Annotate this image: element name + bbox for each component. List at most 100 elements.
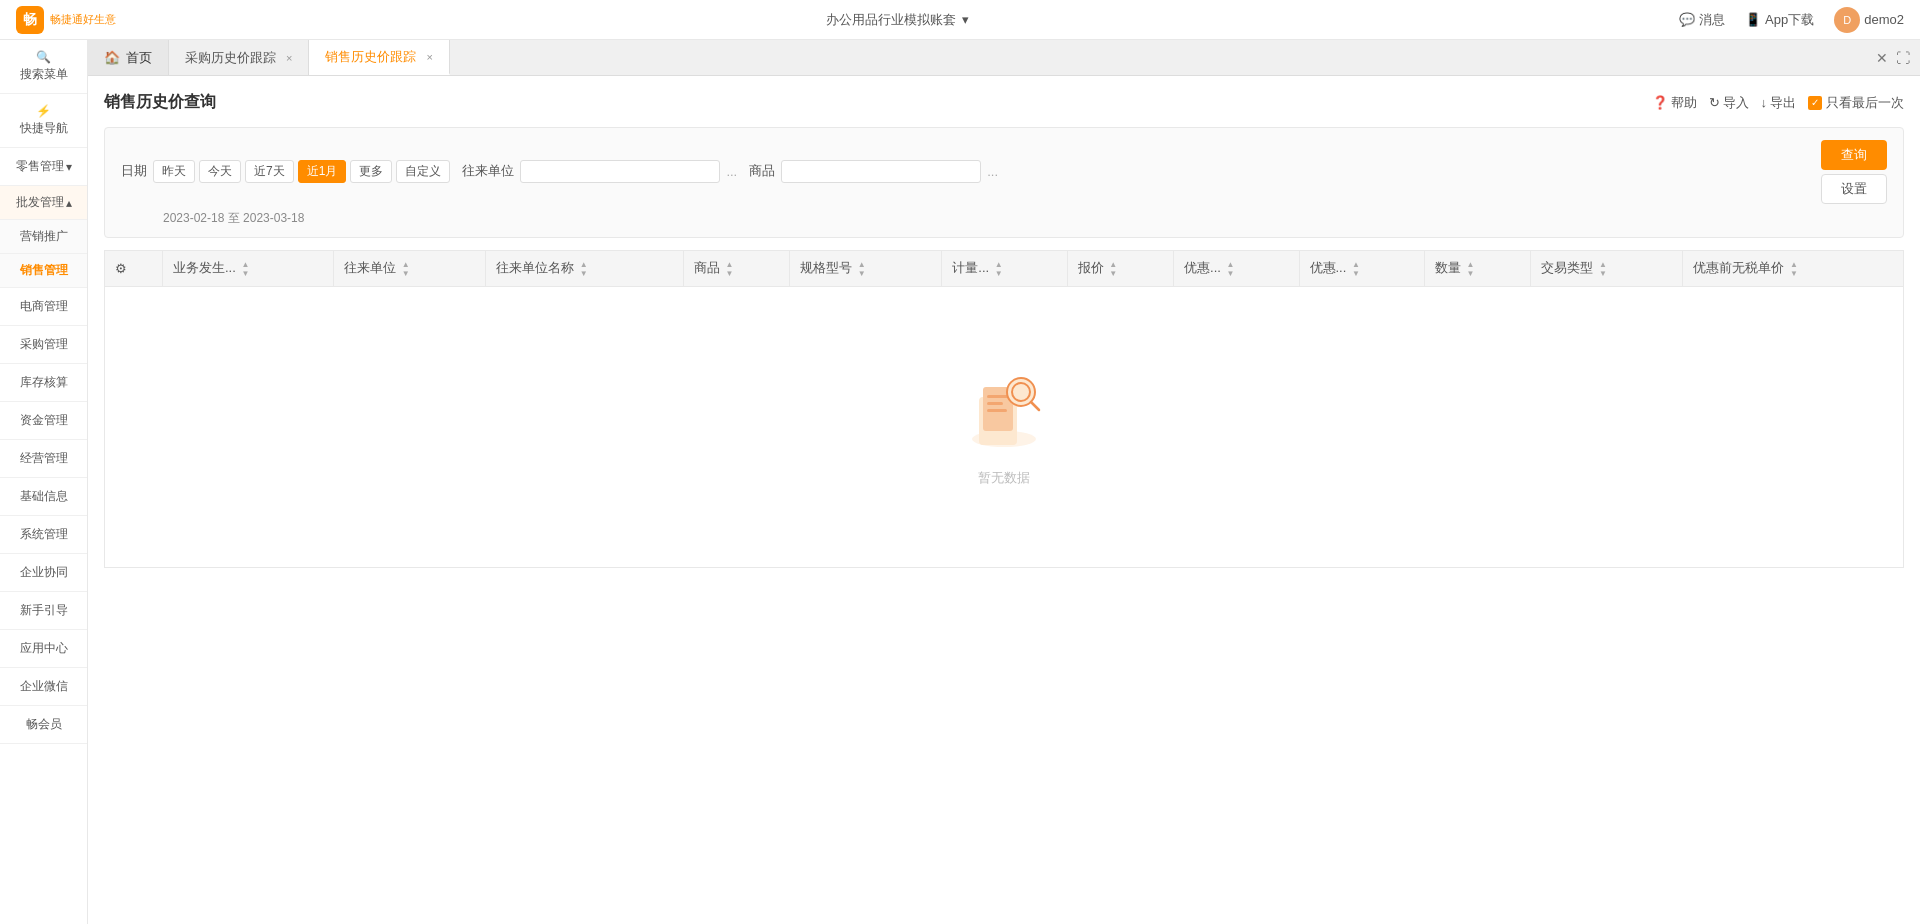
date-btn-custom[interactable]: 自定义 — [396, 160, 450, 183]
sidebar-item-sys-mgmt[interactable]: 系统管理 — [0, 516, 87, 554]
date-btn-more[interactable]: 更多 — [350, 160, 392, 183]
date-range-text: 2023-02-18 至 2023-03-18 — [163, 210, 304, 227]
logo-text: 畅捷通好生意 — [50, 12, 116, 26]
top-header: 畅 畅捷通好生意 办公用品行业模拟账套 ▾ 💬 消息 📱 App下载 D dem… — [0, 0, 1920, 40]
svg-rect-3 — [987, 395, 1009, 398]
table-header: ⚙ 业务发生... ▲▼ 往来单位 ▲▼ 往来单位名称 ▲▼ — [105, 251, 1904, 287]
page-title: 销售历史价查询 — [104, 92, 216, 113]
th-partner-code[interactable]: 往来单位 ▲▼ — [334, 251, 486, 287]
th-unit[interactable]: 计量... ▲▼ — [942, 251, 1067, 287]
sidebar-item-purchase[interactable]: 采购管理 — [0, 326, 87, 364]
sort-icon-unit: ▲▼ — [995, 260, 1003, 278]
empty-state-row: 暂无数据 — [105, 286, 1904, 567]
query-button[interactable]: 查询 — [1821, 140, 1887, 170]
date-btn-today[interactable]: 今天 — [199, 160, 241, 183]
help-button[interactable]: ❓ 帮助 — [1652, 94, 1697, 112]
import-icon: ↻ — [1709, 95, 1720, 110]
page-title-bar: 销售历史价查询 ❓ 帮助 ↻ 导入 ↓ 导出 ✓ — [104, 92, 1904, 113]
page-content: 销售历史价查询 ❓ 帮助 ↻ 导入 ↓ 导出 ✓ — [88, 76, 1920, 924]
table-body: 暂无数据 — [105, 286, 1904, 567]
tab-spacer — [450, 40, 1866, 75]
sidebar-item-member[interactable]: 畅会员 — [0, 706, 87, 744]
sidebar-item-sales-mgmt[interactable]: 销售管理 — [0, 254, 87, 288]
partner-filter-label: 往来单位 — [462, 162, 514, 180]
sidebar-item-enterprise-wechat[interactable]: 企业微信 — [0, 668, 87, 706]
sidebar-item-inventory[interactable]: 库存核算 — [0, 364, 87, 402]
date-btn-1month[interactable]: 近1月 — [298, 160, 347, 183]
sidebar-item-marketing[interactable]: 营销推广 — [0, 220, 87, 254]
message-icon: 💬 — [1679, 12, 1695, 27]
chevron-up-icon: ▴ — [66, 196, 72, 210]
tab-home[interactable]: 🏠 首页 — [88, 40, 169, 75]
svg-rect-4 — [987, 402, 1003, 405]
import-button[interactable]: ↻ 导入 — [1709, 94, 1749, 112]
product-filter-label: 商品 — [749, 162, 775, 180]
sort-icon-discount2: ▲▼ — [1352, 260, 1360, 278]
table-header-row: ⚙ 业务发生... ▲▼ 往来单位 ▲▼ 往来单位名称 ▲▼ — [105, 251, 1904, 287]
th-discount2[interactable]: 优惠... ▲▼ — [1299, 251, 1424, 287]
th-product[interactable]: 商品 ▲▼ — [683, 251, 789, 287]
header-center[interactable]: 办公用品行业模拟账套 ▾ — [826, 11, 969, 29]
checkbox-checked-icon: ✓ — [1808, 96, 1822, 110]
quick-nav-icon: ⚡ — [36, 104, 51, 118]
th-quote[interactable]: 报价 ▲▼ — [1067, 251, 1173, 287]
close-tab2-button[interactable]: × — [426, 51, 432, 63]
th-biz-date[interactable]: 业务发生... ▲▼ — [162, 251, 333, 287]
user-avatar-btn[interactable]: D demo2 — [1834, 7, 1904, 33]
sidebar-item-base-info[interactable]: 基础信息 — [0, 478, 87, 516]
svg-rect-5 — [987, 409, 1007, 412]
content-area: 🏠 首页 采购历史价跟踪 × 销售历史价跟踪 × ✕ ⛶ 销售历史价查询 — [88, 40, 1920, 924]
empty-state: 暂无数据 — [105, 287, 1903, 567]
settings-button[interactable]: 设置 — [1821, 174, 1887, 204]
data-table: ⚙ 业务发生... ▲▼ 往来单位 ▲▼ 往来单位名称 ▲▼ — [104, 250, 1904, 568]
sidebar-item-ecommerce[interactable]: 电商管理 — [0, 288, 87, 326]
help-icon: ❓ — [1652, 95, 1668, 110]
sidebar-item-wholesale-mgmt[interactable]: 批发管理 ▴ — [0, 186, 87, 220]
sort-icon-spec: ▲▼ — [858, 260, 866, 278]
app-download-btn[interactable]: 📱 App下载 — [1745, 11, 1814, 29]
th-partner-name[interactable]: 往来单位名称 ▲▼ — [486, 251, 684, 287]
close-tab1-button[interactable]: × — [286, 52, 292, 64]
sort-icon-partner-code: ▲▼ — [402, 260, 410, 278]
partner-filter-input[interactable] — [520, 160, 720, 183]
product-filter-input[interactable] — [781, 160, 981, 183]
sort-icon-discount1: ▲▼ — [1227, 260, 1235, 278]
message-btn[interactable]: 💬 消息 — [1679, 11, 1725, 29]
dropdown-arrow-icon[interactable]: ▾ — [962, 12, 969, 27]
maximize-window-button[interactable]: ⛶ — [1896, 50, 1910, 66]
sidebar-item-enterprise[interactable]: 企业协同 — [0, 554, 87, 592]
date-range-row: 2023-02-18 至 2023-03-18 — [121, 210, 1887, 227]
tab-controls: ✕ ⛶ — [1866, 40, 1920, 75]
sidebar-item-operations[interactable]: 经营管理 — [0, 440, 87, 478]
avatar: D — [1834, 7, 1860, 33]
date-btn-7days[interactable]: 近7天 — [245, 160, 294, 183]
table-settings-icon[interactable]: ⚙ — [115, 261, 127, 276]
export-button[interactable]: ↓ 导出 — [1761, 94, 1797, 112]
tab-sales-history[interactable]: 销售历史价跟踪 × — [309, 40, 449, 75]
sidebar-item-search-menu[interactable]: 🔍 搜索菜单 — [0, 40, 87, 94]
sort-icon-biz-date: ▲▼ — [241, 260, 249, 278]
date-filter-group: 日期 昨天 今天 近7天 近1月 更多 自定义 — [121, 160, 450, 183]
tab-purchase-history[interactable]: 采购历史价跟踪 × — [169, 40, 309, 75]
filter-buttons: 查询 设置 — [1821, 140, 1887, 204]
th-spec[interactable]: 规格型号 ▲▼ — [790, 251, 942, 287]
app-icon: 📱 — [1745, 12, 1761, 27]
product-dots: ... — [987, 164, 998, 179]
sidebar-item-finance[interactable]: 资金管理 — [0, 402, 87, 440]
filter-bar: 日期 昨天 今天 近7天 近1月 更多 自定义 — [104, 127, 1904, 238]
th-trade-type[interactable]: 交易类型 ▲▼ — [1531, 251, 1683, 287]
th-pre-tax-price[interactable]: 优惠前无税单价 ▲▼ — [1683, 251, 1904, 287]
th-qty[interactable]: 数量 ▲▼ — [1424, 251, 1530, 287]
sidebar-item-retail-mgmt[interactable]: 零售管理 ▾ — [0, 148, 87, 186]
th-discount1[interactable]: 优惠... ▲▼ — [1174, 251, 1299, 287]
date-btn-yesterday[interactable]: 昨天 — [153, 160, 195, 183]
only-last-checkbox[interactable]: ✓ 只看最后一次 — [1808, 94, 1904, 112]
th-gear[interactable]: ⚙ — [105, 251, 163, 287]
close-window-button[interactable]: ✕ — [1876, 50, 1888, 66]
company-dropdown-label: 办公用品行业模拟账套 — [826, 11, 956, 29]
sidebar-item-quick-nav[interactable]: ⚡ 快捷导航 — [0, 94, 87, 148]
sidebar-item-guide[interactable]: 新手引导 — [0, 592, 87, 630]
search-icon: 🔍 — [36, 50, 51, 64]
sidebar-item-app-center[interactable]: 应用中心 — [0, 630, 87, 668]
empty-illustration — [959, 367, 1049, 457]
